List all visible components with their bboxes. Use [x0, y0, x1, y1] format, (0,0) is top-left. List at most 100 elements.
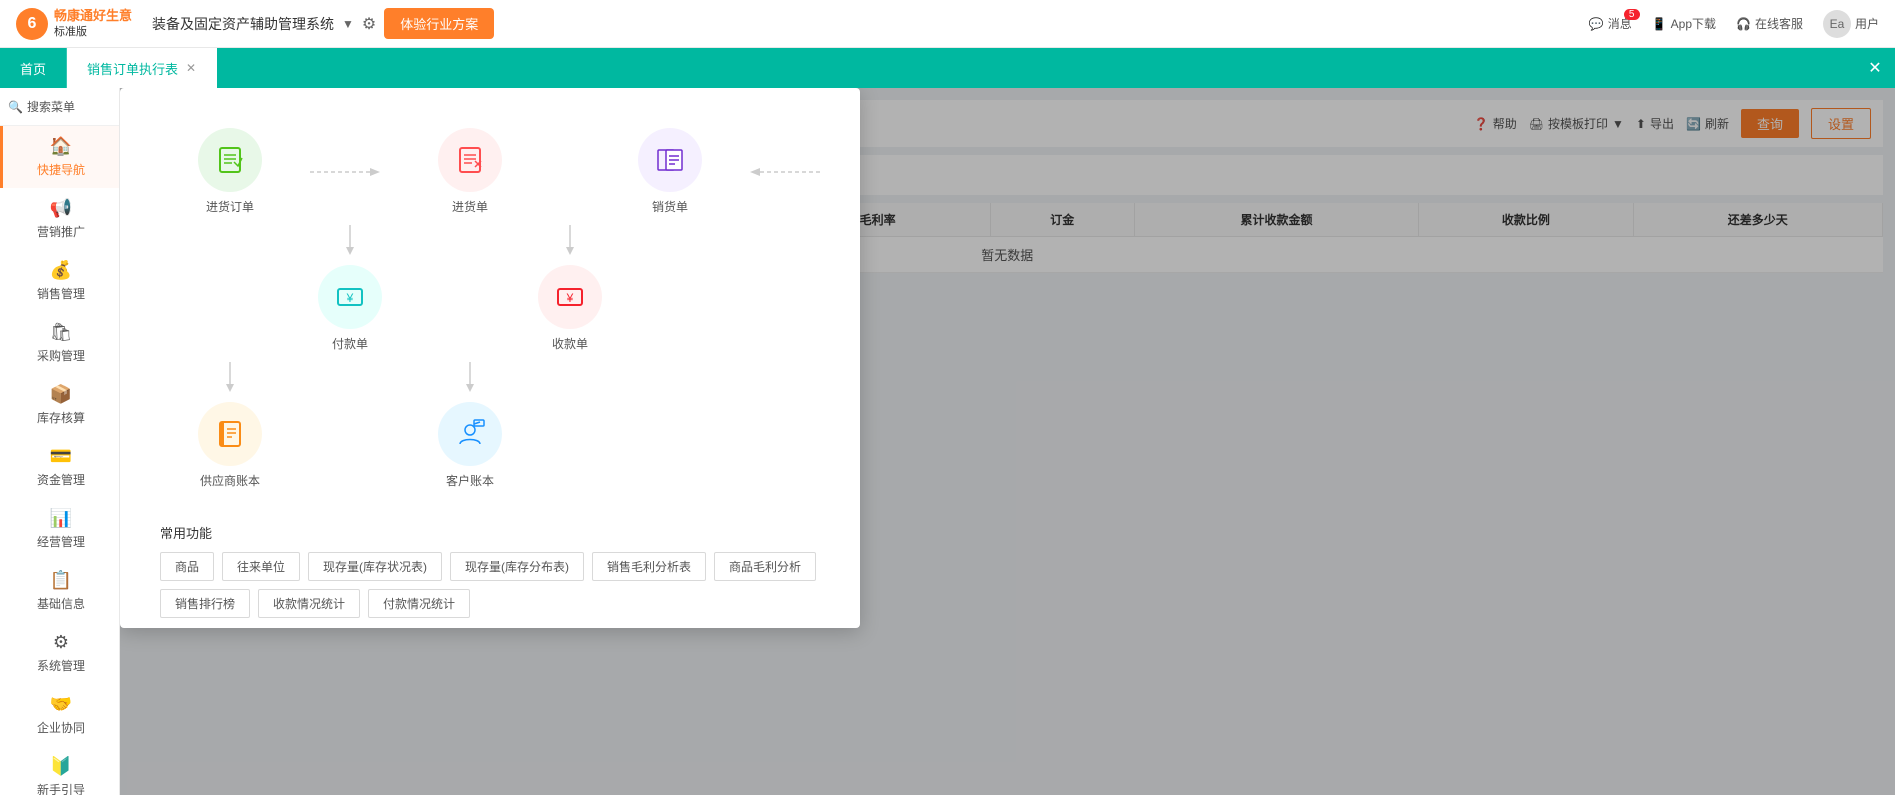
user-label: 用户 — [1855, 15, 1879, 32]
message-btn[interactable]: 💬 消息 5 — [1589, 15, 1632, 32]
operations-icon: 📊 — [50, 508, 72, 529]
quick-nav-modal: 进货订单 — [120, 88, 860, 628]
flow-arrow-v1 — [340, 225, 360, 255]
user-area[interactable]: Ea 用户 — [1823, 10, 1879, 38]
sidebar-item-label: 采购管理 — [37, 347, 85, 364]
payment-circle: ¥ — [318, 265, 382, 329]
header-right: 💬 消息 5 📱 App下载 🎧 在线客服 Ea 用户 — [1589, 10, 1879, 38]
tab-home-label: 首页 — [20, 59, 46, 78]
sidebar-item-operations[interactable]: 📊 经营管理 — [0, 498, 119, 560]
purchase-order-label: 进货订单 — [206, 198, 254, 215]
trial-button[interactable]: 体验行业方案 — [384, 8, 494, 39]
payment-label: 付款单 — [332, 335, 368, 352]
function-row-1: 商品 往来单位 现存量(库存状况表) 现存量(库存分布表) 销售毛利分析表 商品… — [160, 552, 820, 581]
online-service-label: 在线客服 — [1755, 15, 1803, 32]
main-layout: 🔍 搜索菜单 🏠 快捷导航 📢 营销推广 💰 销售管理 🛍 采购管理 📦 库存核… — [0, 88, 1895, 795]
online-service-btn[interactable]: 🎧 在线客服 — [1736, 15, 1803, 32]
sidebar-item-label: 系统管理 — [37, 657, 85, 674]
sidebar-item-purchase[interactable]: 🛍 采购管理 — [0, 312, 119, 374]
func-btn-inventory-dist[interactable]: 现存量(库存分布表) — [450, 552, 584, 581]
supplier-ledger-circle — [198, 402, 262, 466]
func-btn-sales-rank[interactable]: 销售排行榜 — [160, 589, 250, 618]
arrow-h1 — [300, 162, 400, 182]
arrow-v4 — [460, 362, 480, 392]
guide-icon: 🔰 — [50, 756, 72, 777]
customer-ledger-icon — [454, 418, 486, 450]
supplier-ledger-label: 供应商账本 — [200, 472, 260, 489]
flow-item-receipt[interactable]: ¥ 收款单 — [528, 255, 612, 362]
func-btn-payment-stats[interactable]: 付款情况统计 — [368, 589, 470, 618]
flow-item-customer-ledger[interactable]: 客户账本 — [428, 392, 512, 499]
sidebar-item-label: 快捷导航 — [37, 161, 85, 178]
flow-arrow-v3 — [220, 362, 240, 392]
receipt-circle: ¥ — [538, 265, 602, 329]
purchase-bill-icon — [454, 144, 486, 176]
logo-text: 畅康通好生意 标准版 — [54, 8, 132, 39]
sidebar-item-label: 营销推广 — [37, 223, 85, 240]
tab-home[interactable]: 首页 — [0, 48, 67, 88]
sidebar-search-label: 搜索菜单 — [27, 98, 75, 115]
sidebar-item-enterprise[interactable]: 🤝 企业协同 — [0, 684, 119, 746]
sidebar-item-quick-nav[interactable]: 🏠 快捷导航 — [0, 126, 119, 188]
logo-area: 6 畅康通好生意 标准版 — [16, 8, 136, 40]
system-title-area: 装备及固定资产辅助管理系统 ▼ ⚙ 体验行业方案 — [136, 8, 1589, 39]
flow-item-purchase-bill[interactable]: 进货单 — [428, 118, 512, 225]
sidebar-item-label: 销售管理 — [37, 285, 85, 302]
sales-bill-icon — [654, 144, 686, 176]
avatar: Ea — [1823, 10, 1851, 38]
app-download-btn[interactable]: 📱 App下载 — [1652, 15, 1716, 32]
nav-tabs-bar: 首页 销售订单执行表 ✕ ✕ — [0, 48, 1895, 88]
sidebar-item-sales[interactable]: 💰 销售管理 — [0, 250, 119, 312]
download-icon: 📱 — [1652, 17, 1667, 31]
purchase-icon: 🛍 — [50, 322, 73, 343]
sidebar-search[interactable]: 🔍 搜索菜单 — [0, 88, 119, 126]
tab-sales-order[interactable]: 销售订单执行表 ✕ — [67, 48, 217, 88]
tab-spacer — [217, 48, 1855, 88]
common-functions-title: 常用功能 — [160, 523, 820, 542]
sidebar-item-label: 新手引导 — [37, 781, 85, 795]
logo-main-text: 畅康通好生意 — [54, 8, 132, 25]
modal-overlay: 进货订单 — [120, 88, 1895, 795]
tab-close-icon[interactable]: ✕ — [186, 61, 196, 75]
sidebar-item-basic-info[interactable]: 📋 基础信息 — [0, 560, 119, 622]
flow-item-payment[interactable]: ¥ 付款单 — [308, 255, 392, 362]
func-btn-receipt-stats[interactable]: 收款情况统计 — [258, 589, 360, 618]
sidebar-item-label: 企业协同 — [37, 719, 85, 736]
customer-ledger-label: 客户账本 — [446, 472, 494, 489]
sidebar-item-label: 资金管理 — [37, 471, 85, 488]
system-dropdown-btn[interactable]: ▼ — [342, 17, 354, 31]
message-icon: 💬 — [1589, 17, 1604, 31]
sidebar-item-marketing[interactable]: 📢 营销推广 — [0, 188, 119, 250]
logo-sub-text: 标准版 — [54, 25, 132, 39]
func-btn-product[interactable]: 商品 — [160, 552, 214, 581]
basic-info-icon: 📋 — [50, 570, 72, 591]
payment-icon: ¥ — [334, 281, 366, 313]
func-btn-sales-profit[interactable]: 销售毛利分析表 — [592, 552, 706, 581]
func-btn-product-profit[interactable]: 商品毛利分析 — [714, 552, 816, 581]
function-row-2: 销售排行榜 收款情况统计 付款情况统计 — [160, 589, 820, 618]
func-btn-inventory-status[interactable]: 现存量(库存状况表) — [308, 552, 442, 581]
sidebar-item-finance[interactable]: 💳 资金管理 — [0, 436, 119, 498]
flow-arrow-v4 — [460, 362, 480, 392]
common-functions-section: 常用功能 商品 往来单位 现存量(库存状况表) 现存量(库存分布表) 销售毛利分… — [160, 523, 820, 618]
sidebar-item-label: 基础信息 — [37, 595, 85, 612]
content-area: ❓ 帮助 🖨 按模板打印 ▼ ⬆ 导出 🔄 刷新 查询 设置 — [120, 88, 1895, 795]
flow-item-supplier-ledger[interactable]: 供应商账本 — [188, 392, 272, 499]
logo-icon: 6 — [16, 8, 48, 40]
sidebar: 🔍 搜索菜单 🏠 快捷导航 📢 营销推广 💰 销售管理 🛍 采购管理 📦 库存核… — [0, 88, 120, 795]
system-icon: ⚙ — [53, 632, 69, 653]
flow-item-sales-bill[interactable]: 销货单 — [628, 118, 712, 225]
gear-button[interactable]: ⚙ — [362, 14, 376, 34]
nav-close-button[interactable]: ✕ — [1855, 48, 1895, 88]
receipt-label: 收款单 — [552, 335, 588, 352]
flow-arrow-2 — [750, 162, 830, 182]
purchase-order-circle — [198, 128, 262, 192]
purchase-bill-circle — [438, 128, 502, 192]
sidebar-item-label: 经营管理 — [37, 533, 85, 550]
func-btn-contacts[interactable]: 往来单位 — [222, 552, 300, 581]
sidebar-item-guide[interactable]: 🔰 新手引导 — [0, 746, 119, 795]
sidebar-item-system[interactable]: ⚙ 系统管理 — [0, 622, 119, 684]
arrow-v1 — [340, 225, 360, 255]
flow-item-purchase-order[interactable]: 进货订单 — [188, 118, 272, 225]
sidebar-item-inventory[interactable]: 📦 库存核算 — [0, 374, 119, 436]
